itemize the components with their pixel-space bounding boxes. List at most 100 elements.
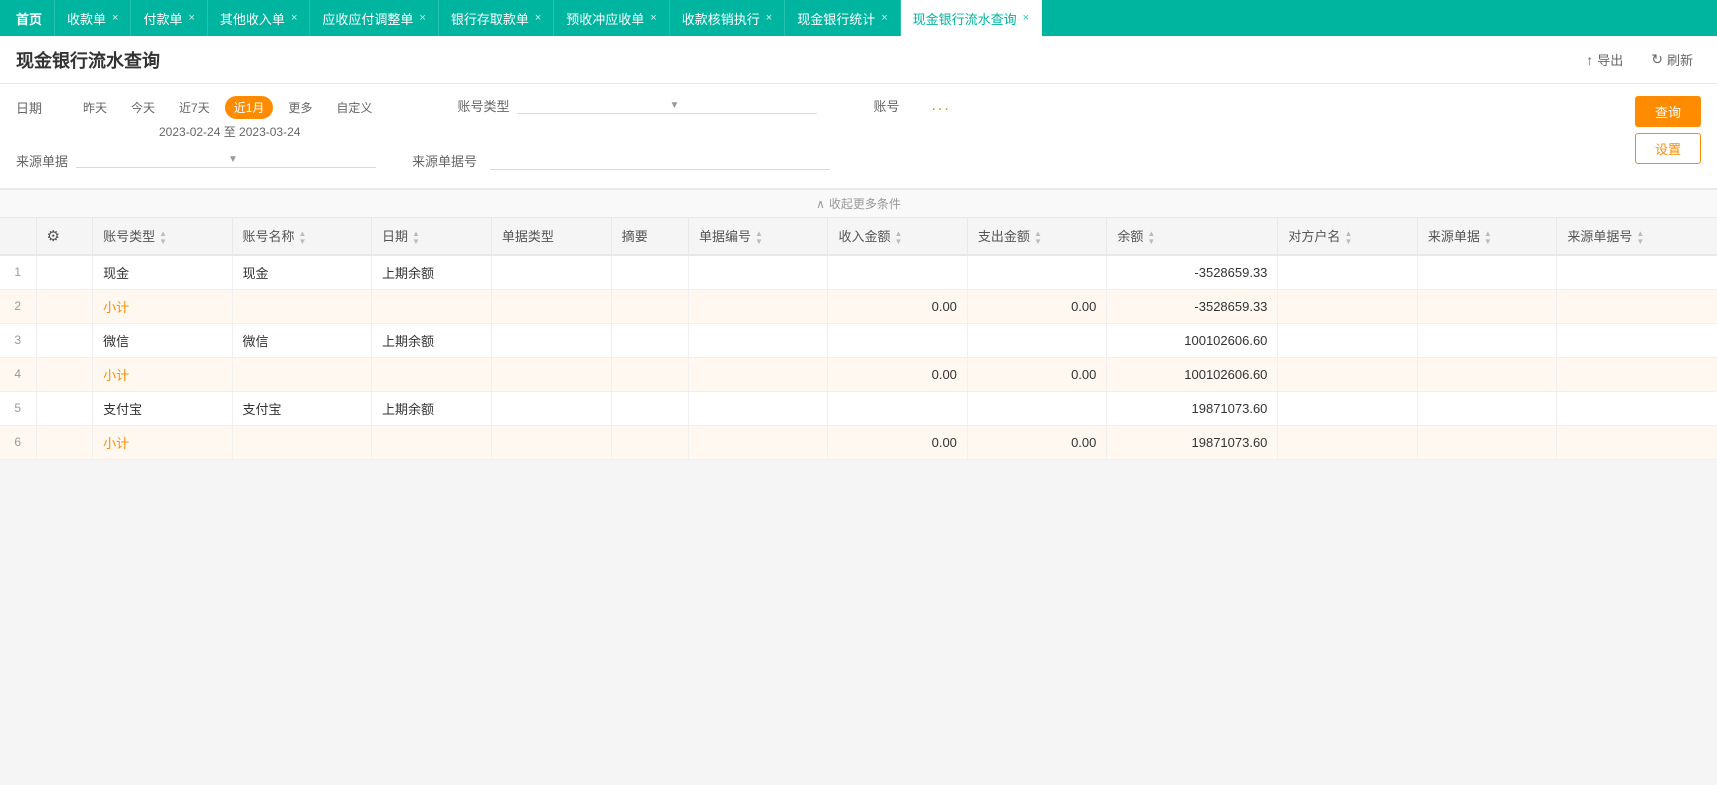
sort-date[interactable]: ▲▼ — [412, 230, 420, 246]
account-more-button[interactable]: ... — [931, 97, 950, 115]
col-header-doc_num[interactable]: 单据编号 ▲▼ — [688, 218, 827, 255]
cell-income: 0.00 — [828, 425, 967, 459]
row-num: 3 — [0, 323, 36, 357]
account-type-select[interactable]: ▼ — [517, 98, 817, 114]
date-option-更多[interactable]: 更多 — [279, 96, 321, 119]
sort-doc_num[interactable]: ▲▼ — [755, 230, 763, 246]
action-buttons: 查询 设置 — [1635, 96, 1701, 164]
nav-tab-close[interactable]: × — [650, 12, 656, 24]
date-option-昨天[interactable]: 昨天 — [74, 96, 116, 119]
nav-tab-close[interactable]: × — [419, 12, 425, 24]
nav-tab-close[interactable]: × — [1023, 12, 1029, 24]
cell-date — [372, 289, 492, 323]
col-header-date[interactable]: 日期▲▼ — [372, 218, 492, 255]
col-header-balance[interactable]: 余额▲▼ — [1107, 218, 1278, 255]
nav-tab-现金银行统计[interactable]: 现金银行统计× — [785, 0, 900, 36]
nav-tab-现金银行流水查询[interactable]: 现金银行流水查询× — [901, 0, 1042, 36]
nav-tab-应收应付调整单[interactable]: 应收应付调整单× — [310, 0, 438, 36]
sort-income[interactable]: ▲▼ — [894, 230, 902, 246]
nav-tab-label: 收款核销执行 — [682, 9, 760, 28]
query-button[interactable]: 查询 — [1635, 96, 1701, 127]
col-label-counterpart: 对方户名 — [1288, 229, 1340, 244]
cell-date — [372, 357, 492, 391]
gear-icon[interactable]: ⚙ — [47, 228, 60, 245]
cell-expense — [967, 391, 1106, 425]
cell-balance: 19871073.60 — [1107, 391, 1278, 425]
date-range-display: 2023-02-24 至 2023-03-24 — [159, 125, 300, 139]
col-header-income[interactable]: 收入金额▲▼ — [828, 218, 967, 255]
nav-tab-收款核销执行[interactable]: 收款核销执行 × — [670, 0, 785, 36]
col-header-account_type[interactable]: 账号类型 ▲▼ — [93, 218, 232, 255]
collapse-label: 收起更多条件 — [829, 195, 901, 212]
cell-account_name: 现金 — [232, 255, 371, 290]
cell-counterpart — [1278, 357, 1417, 391]
nav-tab-close[interactable]: × — [188, 12, 194, 24]
refresh-button[interactable]: ↻ 刷新 — [1643, 46, 1701, 73]
row-num: 6 — [0, 425, 36, 459]
cell-source_doc — [1417, 391, 1556, 425]
nav-home-label: 首页 — [16, 9, 42, 28]
sort-account_name[interactable]: ▲▼ — [299, 230, 307, 246]
table-row: 4小计0.000.00100102606.60 — [0, 357, 1717, 391]
cell-counterpart — [1278, 391, 1417, 425]
nav-tab-close[interactable]: × — [766, 12, 772, 24]
date-option-近1月[interactable]: 近1月 — [225, 96, 274, 119]
cell-summary — [611, 391, 688, 425]
sort-source_doc_num[interactable]: ▲▼ — [1636, 230, 1644, 246]
settings-button[interactable]: 设置 — [1635, 133, 1701, 164]
col-header-account_name[interactable]: 账号名称▲▼ — [232, 218, 371, 255]
col-label-doc_num: 单据编号 — [699, 229, 751, 244]
sort-account_type[interactable]: ▲▼ — [159, 230, 167, 246]
date-option-今天[interactable]: 今天 — [122, 96, 164, 119]
col-label-account_type: 账号类型 — [103, 229, 155, 244]
nav-tab-close[interactable]: × — [291, 12, 297, 24]
cell-summary — [611, 357, 688, 391]
sort-counterpart[interactable]: ▲▼ — [1344, 230, 1352, 246]
row-num: 2 — [0, 289, 36, 323]
date-option-近7天[interactable]: 近7天 — [170, 96, 219, 119]
filter-area: 日期 昨天今天近7天近1月更多自定义 2023-02-24 至 2023-03-… — [0, 84, 1717, 189]
date-option-自定义[interactable]: 自定义 — [327, 96, 381, 119]
cell-balance: 100102606.60 — [1107, 357, 1278, 391]
nav-tab-close[interactable]: × — [881, 12, 887, 24]
cell-date: 上期余额 — [372, 255, 492, 290]
nav-tab-收款单[interactable]: 收款单× — [55, 0, 131, 36]
collapse-bar[interactable]: ∧ 收起更多条件 — [0, 189, 1717, 218]
export-button[interactable]: ↑ 导出 — [1578, 46, 1631, 73]
row-settings — [36, 425, 93, 459]
col-header-expense[interactable]: 支出金额▲▼ — [967, 218, 1106, 255]
cell-account_type: 小计 — [93, 357, 232, 391]
cell-doc_type — [491, 391, 611, 425]
sort-source_doc[interactable]: ▲▼ — [1484, 230, 1492, 246]
cell-balance: 100102606.60 — [1107, 323, 1278, 357]
cell-balance: 19871073.60 — [1107, 425, 1278, 459]
source-doc-filter: 来源单据 ▼ — [16, 151, 376, 170]
cell-date: 上期余额 — [372, 391, 492, 425]
col-header-counterpart[interactable]: 对方户名 ▲▼ — [1278, 218, 1417, 255]
cell-source_doc — [1417, 323, 1556, 357]
source-doc-num-input[interactable] — [490, 150, 830, 170]
nav-tab-预收冲应收单[interactable]: 预收冲应收单× — [554, 0, 669, 36]
col-label-source_doc: 来源单据 — [1428, 229, 1480, 244]
table-row: 1现金现金上期余额-3528659.33 — [0, 255, 1717, 290]
nav-tab-银行存取款单[interactable]: 银行存取款单× — [439, 0, 554, 36]
cell-income — [828, 255, 967, 290]
cell-doc_type — [491, 289, 611, 323]
collapse-up-icon: ∧ — [816, 197, 825, 211]
col-header-source_doc_num[interactable]: 来源单据号▲▼ — [1557, 218, 1717, 255]
nav-tab-close[interactable]: × — [112, 12, 118, 24]
cell-doc_num — [688, 425, 827, 459]
nav-tab-close[interactable]: × — [535, 12, 541, 24]
row-settings — [36, 289, 93, 323]
col-header-source_doc[interactable]: 来源单据 ▲▼ — [1417, 218, 1556, 255]
cell-account_name: 支付宝 — [232, 391, 371, 425]
row-settings — [36, 391, 93, 425]
nav-tab-其他收入单[interactable]: 其他收入单× — [208, 0, 310, 36]
sort-expense[interactable]: ▲▼ — [1034, 230, 1042, 246]
sort-balance[interactable]: ▲▼ — [1147, 230, 1155, 246]
row-settings — [36, 255, 93, 290]
cell-account_type: 小计 — [93, 289, 232, 323]
nav-tab-付款单[interactable]: 付款单× — [131, 0, 207, 36]
nav-home[interactable]: 首页 — [4, 0, 55, 36]
source-doc-select[interactable]: ▼ — [76, 152, 376, 168]
